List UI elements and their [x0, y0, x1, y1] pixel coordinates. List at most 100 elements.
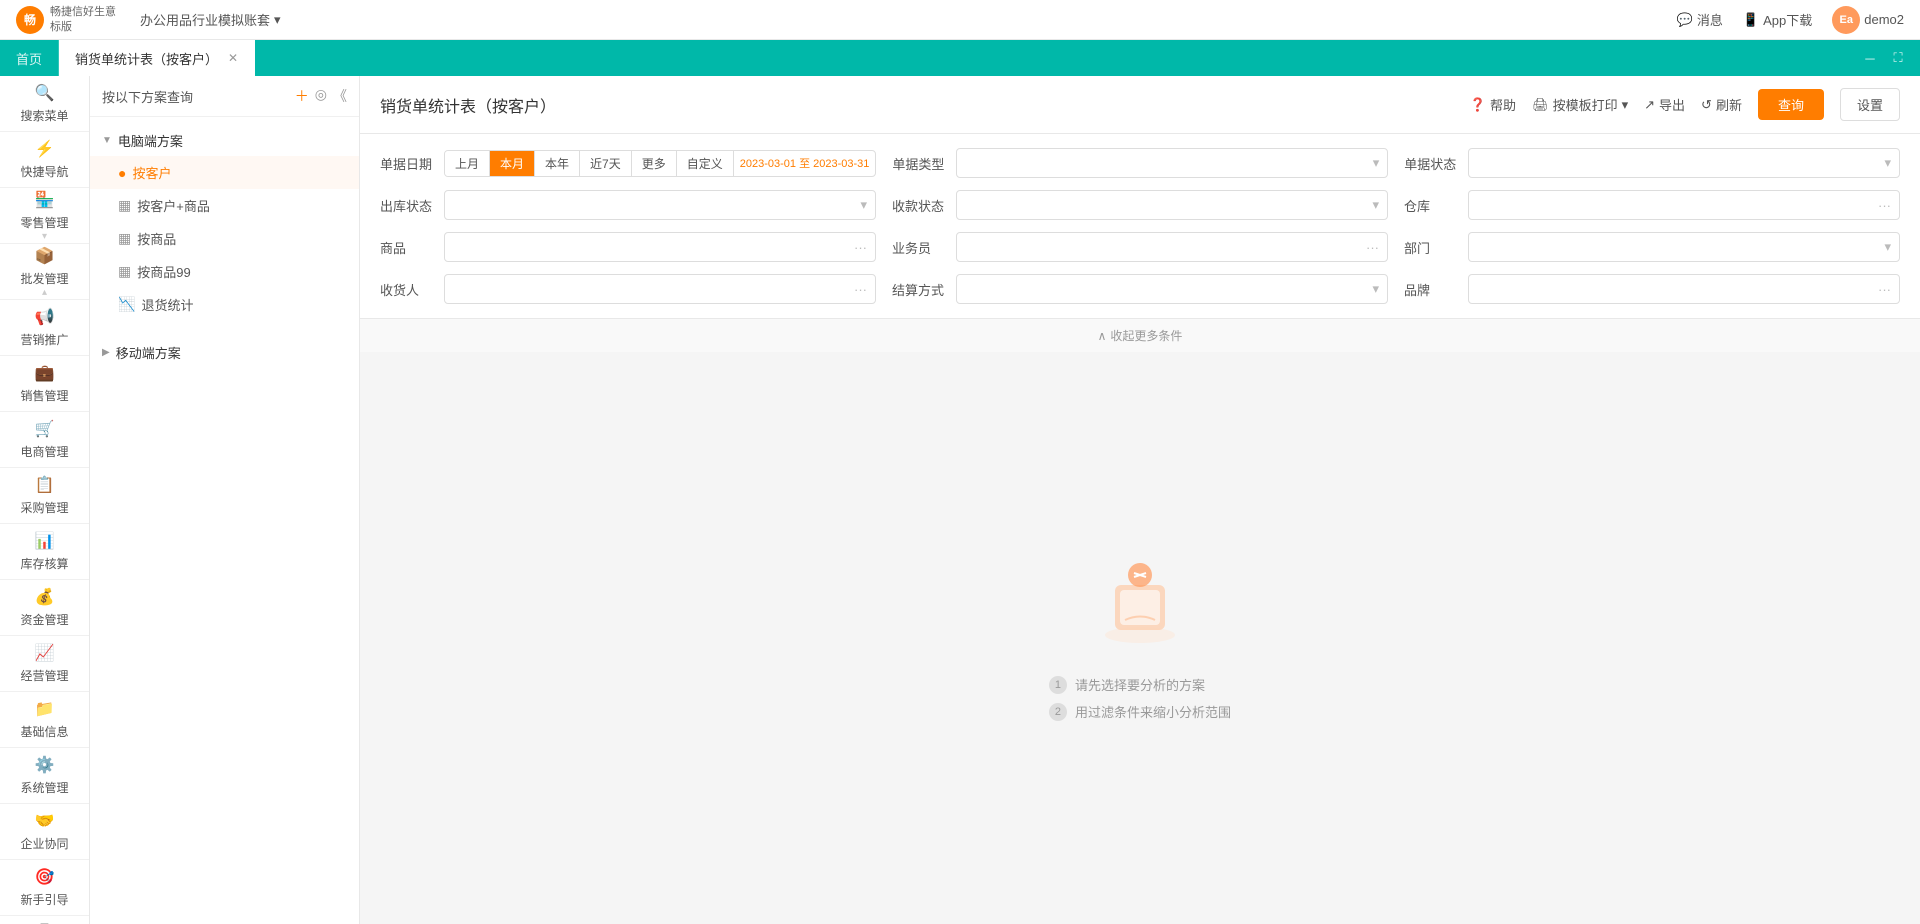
mobile-group-header[interactable]: ▶ 移动端方案 — [90, 337, 359, 368]
sidebar-item-label: 零售管理 — [20, 214, 68, 231]
sidebar-item-basic-info[interactable]: 📁 基础信息 — [0, 692, 89, 748]
tab-home[interactable]: 首页 — [0, 40, 59, 76]
right-panel: 销货单统计表（按客户） ❓ 帮助 🖨 按模板打印 ▾ ↗ 导出 — [360, 76, 1920, 924]
wholesale-icon: 📦 — [35, 246, 55, 266]
doc-status-select[interactable]: ▾ — [1468, 148, 1900, 178]
quick-nav-icon: ⚡ — [35, 139, 55, 159]
recipient-select[interactable]: ··· — [444, 274, 876, 304]
refresh-button[interactable]: ↺ 刷新 — [1701, 95, 1742, 114]
page-title: 销货单统计表（按客户） — [380, 93, 556, 117]
tab-sales-stat[interactable]: 销货单统计表（按客户） ✕ — [59, 40, 255, 76]
custom-date-btn[interactable]: 自定义 — [677, 151, 734, 176]
goods-label: 商品 — [380, 238, 436, 257]
sidebar-item-label: 经营管理 — [20, 667, 68, 684]
doc-type-filter-item: 单据类型 ▾ — [892, 148, 1388, 178]
sidebar-item-label: 营销推广 — [20, 331, 68, 348]
company-selector[interactable]: 办公用品行业模拟账套 ▾ — [140, 10, 281, 29]
brand-select[interactable]: ··· — [1468, 274, 1900, 304]
dept-label: 部门 — [1404, 238, 1460, 257]
message-icon: 💬 — [1677, 12, 1693, 28]
tab-bar: 首页 销货单统计表（按客户） ✕ － ⛶ — [0, 40, 1920, 76]
warehouse-label: 仓库 — [1404, 196, 1460, 215]
filter-row-2: 出库状态 ▾ 收款状态 ▾ 仓库 — [380, 190, 1900, 220]
sidebar-item-enterprise[interactable]: 🤝 企业协同 — [0, 804, 89, 860]
empty-tip-2: 2 用过滤条件来缩小分析范围 — [1049, 702, 1231, 721]
payment-status-select[interactable]: ▾ — [956, 190, 1388, 220]
sidebar-item-app-center[interactable]: 📱 应用中心 — [0, 916, 89, 924]
scheme-item-by-customer[interactable]: ● 按客户 — [90, 156, 359, 189]
panel-header-actions: ＋ ◎ 《 — [295, 86, 347, 106]
sidebar-item-search-menu[interactable]: 🔍 搜索菜单 — [0, 76, 89, 132]
sidebar-item-inventory[interactable]: 📊 库存核算 — [0, 524, 89, 580]
settings-button[interactable]: 设置 — [1840, 88, 1900, 121]
scheme-label: 按商品99 — [137, 262, 190, 281]
tip-num-1: 1 — [1049, 676, 1067, 694]
sidebar-item-retail[interactable]: 🏪 零售管理 ▾ — [0, 188, 89, 244]
sidebar-item-marketing[interactable]: 📢 营销推广 — [0, 300, 89, 356]
settlement-filter-item: 结算方式 ▾ — [892, 274, 1388, 304]
salesperson-select[interactable]: ··· — [956, 232, 1388, 262]
scheme-item-by-goods[interactable]: ▦ 按商品 — [90, 222, 359, 255]
return-stat-icon: 📉 — [118, 296, 135, 313]
sidebar-item-sales-mgmt[interactable]: 💼 销售管理 — [0, 356, 89, 412]
app-download-label: App下载 — [1763, 10, 1812, 29]
sidebar-item-wholesale[interactable]: 📦 批发管理 ▴ — [0, 244, 89, 300]
scheme-settings-button[interactable]: ◎ — [315, 86, 327, 106]
settlement-select[interactable]: ▾ — [956, 274, 1388, 304]
desktop-group-header[interactable]: ▼ 电脑端方案 — [90, 125, 359, 156]
app-download-button[interactable]: 📱 App下载 — [1743, 10, 1812, 29]
out-status-select[interactable]: ▾ — [444, 190, 876, 220]
user-avatar[interactable]: Ea demo2 — [1832, 6, 1904, 34]
scheme-item-by-customer-goods[interactable]: ▦ 按客户+商品 — [90, 189, 359, 222]
business-icon: 📈 — [35, 643, 55, 663]
collapse-button[interactable]: ∧ 收起更多条件 — [1098, 327, 1183, 344]
collapse-row[interactable]: ∧ 收起更多条件 — [360, 319, 1920, 352]
template-print-button[interactable]: 🖨 按模板打印 ▾ — [1532, 95, 1628, 114]
export-button[interactable]: ↗ 导出 — [1644, 95, 1685, 114]
goods-select[interactable]: ··· — [444, 232, 876, 262]
last7-btn[interactable]: 近7天 — [580, 151, 632, 176]
query-button[interactable]: 查询 — [1758, 89, 1824, 120]
add-scheme-button[interactable]: ＋ — [295, 86, 309, 106]
desktop-scheme-group: ▼ 电脑端方案 ● 按客户 ▦ 按客户+商品 ▦ 按商品 ▦ 按商品99 — [90, 117, 359, 329]
panel-collapse-button[interactable]: 《 — [333, 86, 347, 106]
logo-area: 畅 畅捷信好生意 标版 — [16, 5, 116, 34]
scheme-item-return-stat[interactable]: 📉 退货统计 — [90, 288, 359, 321]
window-maximize-button[interactable]: ⛶ — [1888, 48, 1908, 68]
mobile-scheme-group: ▶ 移动端方案 — [90, 329, 359, 376]
sidebar-item-guide[interactable]: 🎯 新手引导 — [0, 860, 89, 916]
tab-close-icon[interactable]: ✕ — [228, 51, 238, 65]
window-minimize-button[interactable]: － — [1860, 48, 1880, 68]
payment-status-dropdown-icon: ▾ — [1372, 197, 1379, 213]
empty-tips: 1 请先选择要分析的方案 2 用过滤条件来缩小分析范围 — [1049, 675, 1231, 721]
this-month-btn[interactable]: 本月 — [490, 151, 535, 176]
sidebar-item-quick-nav[interactable]: ⚡ 快捷导航 — [0, 132, 89, 188]
more-date-btn[interactable]: 更多 — [632, 151, 677, 176]
out-status-dropdown-icon: ▾ — [860, 197, 867, 213]
sidebar-item-ecommerce[interactable]: 🛒 电商管理 — [0, 412, 89, 468]
payment-status-filter-item: 收款状态 ▾ — [892, 190, 1388, 220]
refresh-icon: ↺ — [1701, 97, 1712, 113]
message-button[interactable]: 💬 消息 — [1677, 10, 1723, 29]
filter-row-4: 收货人 ··· 结算方式 ▾ 品牌 — [380, 274, 1900, 304]
sidebar-item-system[interactable]: ⚙️ 系统管理 — [0, 748, 89, 804]
sidebar-item-purchase[interactable]: 📋 采购管理 — [0, 468, 89, 524]
doc-type-select[interactable]: ▾ — [956, 148, 1388, 178]
dept-select[interactable]: ▾ — [1468, 232, 1900, 262]
last-month-btn[interactable]: 上月 — [445, 151, 490, 176]
sidebar-item-business[interactable]: 📈 经营管理 — [0, 636, 89, 692]
left-panel: 按以下方案查询 ＋ ◎ 《 ▼ 电脑端方案 ● 按客户 ▦ — [90, 76, 360, 924]
sidebar-item-label: 搜索菜单 — [20, 107, 68, 124]
by-customer-goods-icon: ▦ — [118, 197, 131, 214]
scheme-item-by-goods99[interactable]: ▦ 按商品99 — [90, 255, 359, 288]
this-year-btn[interactable]: 本年 — [535, 151, 580, 176]
sidebar-item-finance[interactable]: 💰 资金管理 — [0, 580, 89, 636]
username-label: demo2 — [1864, 12, 1904, 27]
group-expand-icon: ▶ — [102, 347, 110, 358]
tab-sales-stat-label: 销货单统计表（按客户） — [75, 49, 218, 68]
finance-icon: 💰 — [35, 587, 55, 607]
filter-area: 单据日期 上月 本月 本年 近7天 更多 自定义 2023-03-01 至 20… — [360, 134, 1920, 319]
refresh-label: 刷新 — [1716, 95, 1742, 114]
help-button[interactable]: ❓ 帮助 — [1470, 95, 1516, 114]
warehouse-select[interactable]: ··· — [1468, 190, 1900, 220]
